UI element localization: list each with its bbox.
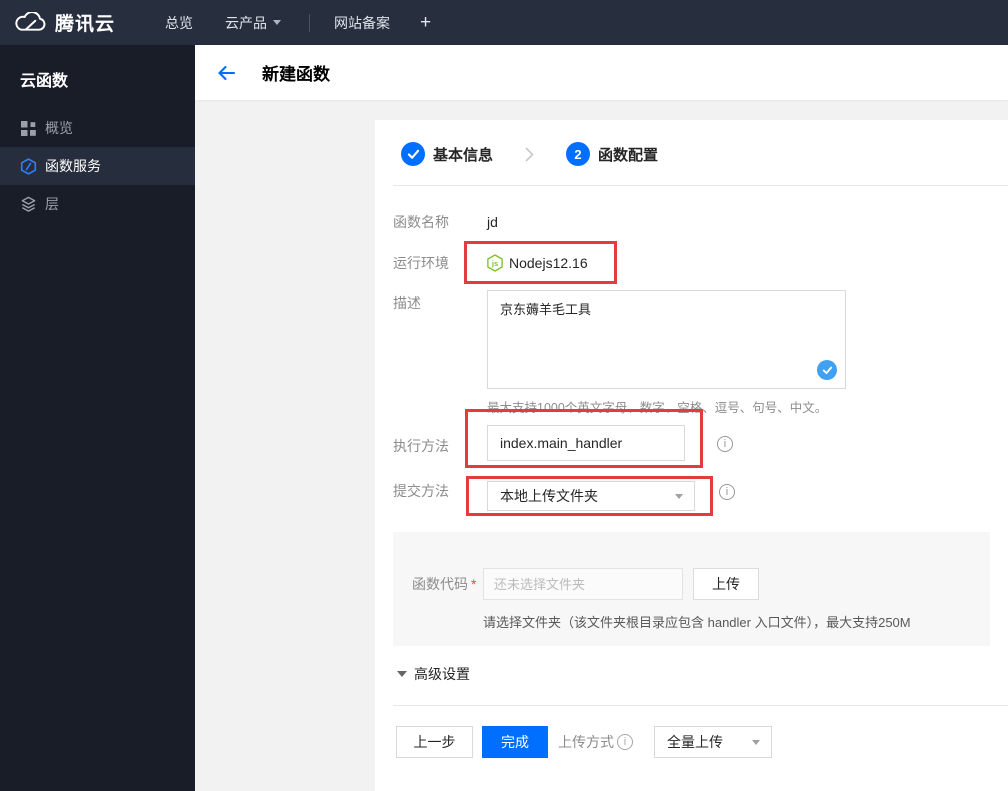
previous-step-button[interactable]: 上一步: [396, 726, 473, 758]
function-code-label: 函数代码 *: [412, 576, 477, 592]
divider: [393, 705, 1008, 706]
function-service-icon: [20, 157, 37, 175]
page-title: 新建函数: [262, 65, 330, 84]
collapse-triangle-icon: [397, 671, 407, 677]
nav-divider: [309, 13, 311, 32]
sidebar-item-label: 概览: [45, 120, 73, 136]
step-basic-info: 基本信息: [401, 142, 493, 166]
folder-path-input[interactable]: [483, 568, 683, 600]
submit-method-info-icon[interactable]: i: [719, 484, 735, 500]
description-textarea[interactable]: 京东薅羊毛工具: [488, 291, 845, 388]
step-check-icon: [401, 142, 425, 166]
nav-item-beian[interactable]: 网站备案: [334, 13, 390, 33]
submit-method-value: 本地上传文件夹: [500, 488, 598, 504]
sidebar-item-label: 层: [45, 196, 59, 212]
upload-mode-select[interactable]: 全量上传: [654, 726, 772, 758]
sidebar-item-overview[interactable]: 概览: [0, 109, 195, 147]
annotation-box-runtime: js Nodejs12.16: [464, 241, 617, 284]
footer-actions: 上一步 完成 上传方式 i 全量上传: [396, 726, 772, 758]
function-code-section: 函数代码* 上传 请选择文件夹（该文件夹根目录应包含 handler 入口文件）…: [393, 532, 990, 646]
annotation-box-handler: [465, 409, 703, 468]
runtime-value: Nodejs12.16: [509, 254, 588, 271]
page-header: 新建函数: [195, 45, 1008, 100]
function-name-value: jd: [487, 214, 498, 230]
cloud-logo-icon: [14, 11, 46, 34]
advanced-settings-label: 高级设置: [414, 666, 470, 682]
back-arrow-icon[interactable]: [215, 62, 237, 84]
sidebar-item-layers[interactable]: 层: [0, 185, 195, 223]
function-code-helper-text: 请选择文件夹（该文件夹根目录应包含 handler 入口文件），最大支持250M: [483, 615, 911, 630]
sidebar-item-function-service[interactable]: 函数服务: [0, 147, 195, 185]
sidebar: 云函数 概览 函数服务 层: [0, 45, 195, 791]
handler-info-icon[interactable]: i: [717, 436, 733, 452]
content-area: 基本信息 2 函数配置 函数名称 jd 运行环境 js Nodejs12.16 …: [195, 100, 1008, 791]
nav-item-products[interactable]: 云产品: [225, 13, 282, 33]
upload-mode-value: 全量上传: [667, 734, 723, 750]
handler-input[interactable]: [487, 425, 685, 461]
brand-name: 腾讯云: [55, 14, 116, 35]
sidebar-item-label: 函数服务: [45, 158, 101, 174]
step-function-config: 2 函数配置: [566, 142, 658, 166]
top-navbar: 腾讯云 总览 云产品 网站备案 +: [0, 0, 1008, 45]
annotation-box-submit-method: 本地上传文件夹: [466, 476, 713, 516]
add-tab-plus-icon[interactable]: +: [420, 12, 431, 34]
dropdown-caret-icon: [675, 494, 683, 499]
required-asterisk: *: [471, 576, 477, 592]
sidebar-title: 云函数: [20, 73, 69, 90]
step-chevron-right-icon: [525, 147, 534, 162]
tencent-cloud-logo[interactable]: 腾讯云: [14, 9, 115, 36]
form-panel: 基本信息 2 函数配置 函数名称 jd 运行环境 js Nodejs12.16 …: [375, 120, 1008, 791]
steps-indicator: 基本信息 2 函数配置: [401, 142, 658, 166]
upload-mode-info-icon[interactable]: i: [617, 734, 633, 750]
overview-grid-icon: [20, 120, 37, 137]
svg-text:js: js: [491, 258, 498, 267]
valid-check-icon: [817, 360, 837, 380]
layers-icon: [20, 196, 37, 213]
description-label: 描述: [393, 295, 421, 311]
finish-button[interactable]: 完成: [482, 726, 548, 758]
advanced-settings-toggle[interactable]: 高级设置: [397, 664, 470, 684]
upload-mode-label: 上传方式: [558, 734, 614, 750]
dropdown-caret-icon: [752, 740, 760, 745]
nav-item-overview[interactable]: 总览: [165, 13, 193, 33]
chevron-down-icon: [273, 20, 282, 25]
upload-mode-group: 上传方式 i: [558, 732, 633, 752]
submit-method-select[interactable]: 本地上传文件夹: [487, 481, 695, 511]
step-label: 基本信息: [433, 146, 494, 164]
step-label: 函数配置: [598, 146, 659, 164]
step-number: 2: [566, 142, 591, 166]
description-field-wrap: 京东薅羊毛工具: [487, 290, 846, 389]
nodejs-icon: js: [487, 253, 503, 272]
function-name-label: 函数名称: [393, 214, 449, 230]
upload-button[interactable]: 上传: [693, 568, 759, 600]
divider: [393, 185, 1008, 186]
